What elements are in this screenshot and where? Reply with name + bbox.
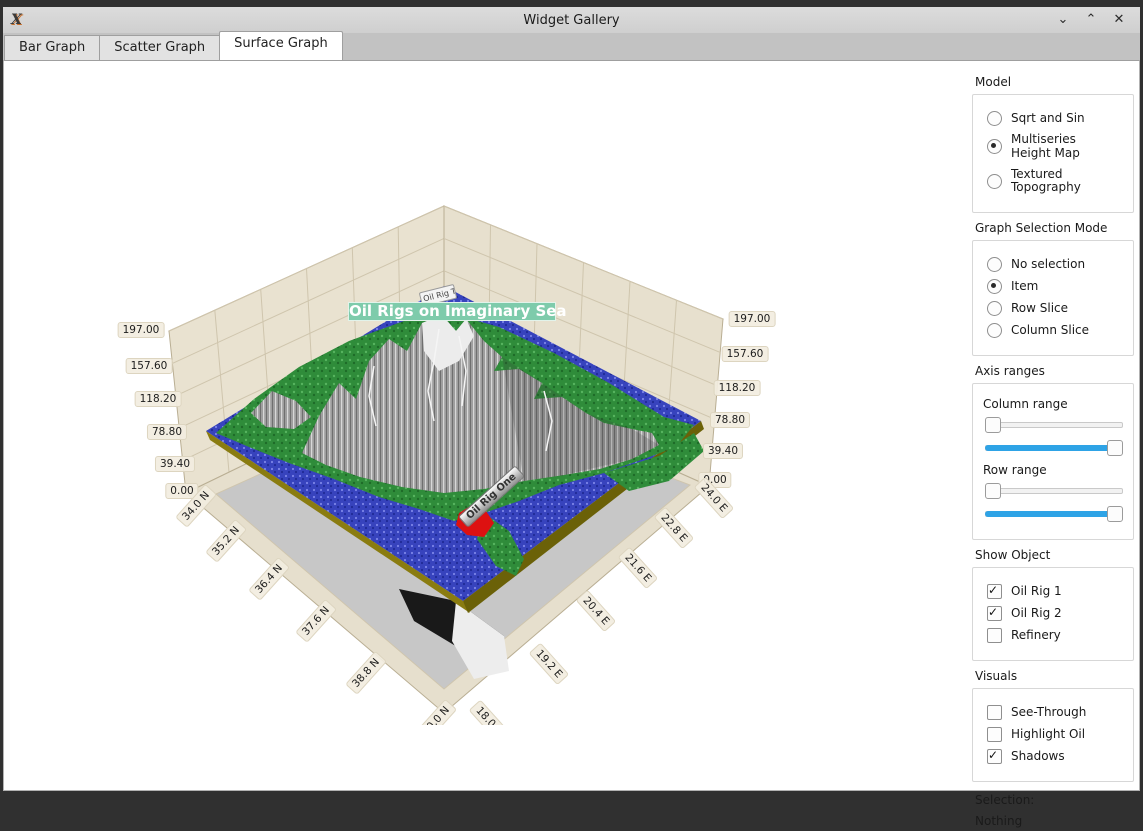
y-tick-left: 157.60 [126, 358, 173, 374]
radio-icon[interactable] [987, 111, 1002, 126]
slider-groove[interactable] [985, 488, 1123, 494]
y-tick-right: 78.80 [710, 412, 750, 428]
y-tick-right: 118.20 [714, 380, 761, 396]
minimize-icon[interactable]: ⌄ [1054, 8, 1072, 32]
checkbox-label: Oil Rig 2 [1011, 607, 1062, 621]
y-tick-left: 39.40 [155, 456, 195, 472]
radio-sqrt-and-sin[interactable]: Sqrt and Sin [987, 111, 1125, 126]
slider-fill [985, 511, 1123, 517]
checkbox-see-through[interactable]: See-Through [987, 705, 1125, 720]
tab-bar-graph[interactable]: Bar Graph [4, 35, 100, 60]
checkbox-icon[interactable] [987, 628, 1002, 643]
radio-no-selection[interactable]: No selection [987, 257, 1125, 272]
checkbox-highlight-oil[interactable]: Highlight Oil [987, 727, 1125, 742]
radio-item[interactable]: Item [987, 279, 1125, 294]
column-range-label: Column range [983, 397, 1125, 411]
slider-handle[interactable] [985, 483, 1001, 499]
close-icon[interactable]: ✕ [1110, 8, 1128, 32]
tab-page-surface-graph: 197.00 157.60 118.20 78.80 39.40 0.00 19… [3, 60, 1140, 791]
y-tick-right: 197.00 [729, 311, 776, 327]
app-window: X Widget Gallery ⌄ ⌃ ✕ Bar Graph Scatter… [3, 7, 1140, 791]
model-section-label: Model [975, 75, 1134, 89]
slider-groove[interactable] [985, 422, 1123, 428]
row-range-min-slider[interactable] [985, 483, 1123, 498]
column-range-min-slider[interactable] [985, 417, 1123, 432]
checkbox-icon[interactable] [987, 584, 1002, 599]
radio-label: Item [1011, 280, 1038, 294]
slider-handle[interactable] [985, 417, 1001, 433]
checkbox-icon[interactable] [987, 727, 1002, 742]
radio-icon[interactable] [987, 257, 1002, 272]
tab-scatter-graph[interactable]: Scatter Graph [99, 35, 220, 60]
window-controls: ⌄ ⌃ ✕ [1054, 8, 1140, 32]
radio-label: Textured Topography [1011, 168, 1106, 196]
radio-label: Multiseries Height Map [1011, 133, 1106, 161]
checkbox-oil-rig-1[interactable]: Oil Rig 1 [987, 584, 1125, 599]
selection-mode-section-label: Graph Selection Mode [975, 221, 1134, 235]
checkbox-icon[interactable] [987, 749, 1002, 764]
radio-multiseries-height-map[interactable]: Multiseries Height Map [987, 133, 1125, 161]
y-tick-left: 118.20 [135, 391, 182, 407]
surface-plot-area[interactable]: 197.00 157.60 118.20 78.80 39.40 0.00 19… [4, 61, 967, 725]
axis-ranges-groupbox: Column range Row range [972, 383, 1134, 540]
checkbox-shadows[interactable]: Shadows [987, 749, 1125, 764]
radio-label: No selection [1011, 258, 1085, 272]
tab-bar: Bar Graph Scatter Graph Surface Graph [3, 33, 1140, 60]
radio-label: Column Slice [1011, 324, 1089, 338]
checkbox-icon[interactable] [987, 606, 1002, 621]
slider-handle[interactable] [1107, 506, 1123, 522]
checkbox-label: See-Through [1011, 706, 1086, 720]
selection-mode-groupbox: No selection Item Row Slice Column Slice [972, 240, 1134, 356]
checkbox-label: Oil Rig 1 [1011, 585, 1062, 599]
radio-label: Sqrt and Sin [1011, 112, 1085, 126]
axis-ranges-section-label: Axis ranges [975, 364, 1134, 378]
y-tick-right: 157.60 [722, 346, 769, 362]
radio-icon[interactable] [987, 139, 1002, 154]
checkbox-refinery[interactable]: Refinery [987, 628, 1125, 643]
slider-handle[interactable] [1107, 440, 1123, 456]
radio-icon[interactable] [987, 323, 1002, 338]
radio-icon[interactable] [987, 174, 1002, 189]
selection-status: Selection: Nothing [975, 790, 1134, 831]
model-groupbox: Sqrt and Sin Multiseries Height Map Text… [972, 94, 1134, 213]
row-range-label: Row range [983, 463, 1125, 477]
window-title: Widget Gallery [3, 13, 1140, 28]
column-range-max-slider[interactable] [985, 440, 1123, 455]
checkbox-label: Refinery [1011, 629, 1061, 643]
control-panel: Model Sqrt and Sin Multiseries Height Ma… [972, 67, 1134, 831]
show-object-groupbox: Oil Rig 1 Oil Rig 2 Refinery [972, 567, 1134, 661]
row-range-max-slider[interactable] [985, 506, 1123, 521]
visuals-groupbox: See-Through Highlight Oil Shadows [972, 688, 1134, 782]
slider-fill [985, 445, 1123, 451]
title-bar[interactable]: X Widget Gallery ⌄ ⌃ ✕ [3, 7, 1140, 33]
selection-label: Selection: [975, 790, 1134, 810]
checkbox-icon[interactable] [987, 705, 1002, 720]
radio-textured-topography[interactable]: Textured Topography [987, 168, 1125, 196]
radio-row-slice[interactable]: Row Slice [987, 301, 1125, 316]
y-tick-left: 78.80 [147, 424, 187, 440]
maximize-icon[interactable]: ⌃ [1082, 8, 1100, 32]
radio-icon[interactable] [987, 301, 1002, 316]
checkbox-label: Shadows [1011, 750, 1065, 764]
radio-label: Row Slice [1011, 302, 1068, 316]
radio-column-slice[interactable]: Column Slice [987, 323, 1125, 338]
checkbox-label: Highlight Oil [1011, 728, 1085, 742]
checkbox-oil-rig-2[interactable]: Oil Rig 2 [987, 606, 1125, 621]
radio-icon[interactable] [987, 279, 1002, 294]
y-tick-left: 197.00 [118, 322, 165, 338]
tab-surface-graph[interactable]: Surface Graph [219, 31, 343, 60]
graph-title: Oil Rigs on Imaginary Sea [348, 302, 556, 321]
visuals-section-label: Visuals [975, 669, 1134, 683]
selection-value: Nothing [975, 811, 1134, 831]
y-tick-right: 39.40 [703, 443, 743, 459]
show-object-section-label: Show Object [975, 548, 1134, 562]
